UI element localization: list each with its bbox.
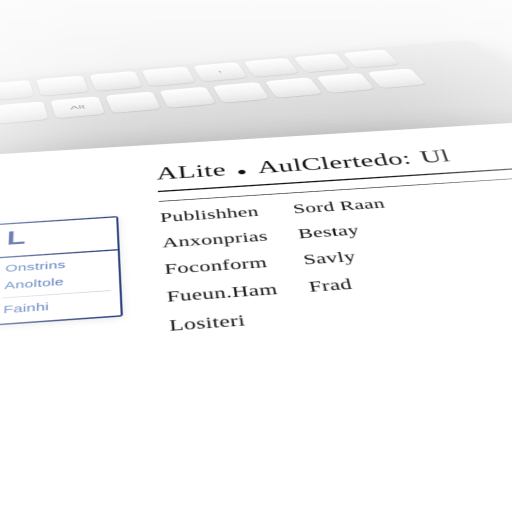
key-blank[interactable] — [265, 77, 323, 98]
bullet-icon — [238, 170, 246, 175]
list-item: Lositeri — [169, 309, 284, 335]
key-blank[interactable] — [159, 87, 215, 108]
list-item: Bestay — [297, 221, 394, 243]
key-blank[interactable] — [36, 75, 89, 96]
heading-right: AulClertedo: — [256, 149, 414, 178]
list-item: Savly — [302, 246, 401, 269]
key-alt[interactable]: Alt — [50, 96, 105, 118]
key-blank[interactable] — [142, 66, 196, 86]
list-item: Frad — [307, 272, 409, 296]
key-blank[interactable] — [316, 73, 374, 93]
key-blank[interactable] — [105, 91, 161, 113]
page-heading: ALite AulClertedo: Ul — [156, 142, 512, 184]
list-item: Foconform — [164, 254, 274, 278]
heading-left: ALite — [156, 161, 228, 185]
list-col-2: Sord Raan Bestay Savly Frad — [292, 196, 417, 325]
key-blank[interactable] — [89, 71, 142, 91]
list-item: Publishhen — [160, 204, 265, 226]
list-columns: Publishhen Anxonprias Foconform Fueun.Ha… — [160, 186, 512, 335]
key-arrow-up[interactable]: ↑ — [193, 62, 248, 82]
key-blank[interactable] — [294, 54, 350, 73]
key-blank[interactable] — [213, 82, 270, 103]
heading-tail: Ul — [418, 147, 453, 168]
list-col-1: Publishhen Anxonprias Foconform Fueun.Ha… — [160, 204, 284, 335]
list-item: Anxonprias — [162, 229, 270, 252]
key-blank-wide[interactable] — [0, 101, 48, 130]
key-blank[interactable] — [343, 49, 399, 68]
sidebar-link[interactable]: Fainhi — [0, 290, 120, 317]
key-blank[interactable] — [0, 80, 34, 101]
sidebar-card: L Onstrins Anoltole Fainhi — [0, 216, 123, 326]
key-blank[interactable] — [244, 58, 299, 77]
list-item: Fueun.Ham — [166, 281, 279, 306]
key-blank[interactable] — [367, 68, 426, 88]
list-item: Sord Raan — [292, 196, 387, 217]
